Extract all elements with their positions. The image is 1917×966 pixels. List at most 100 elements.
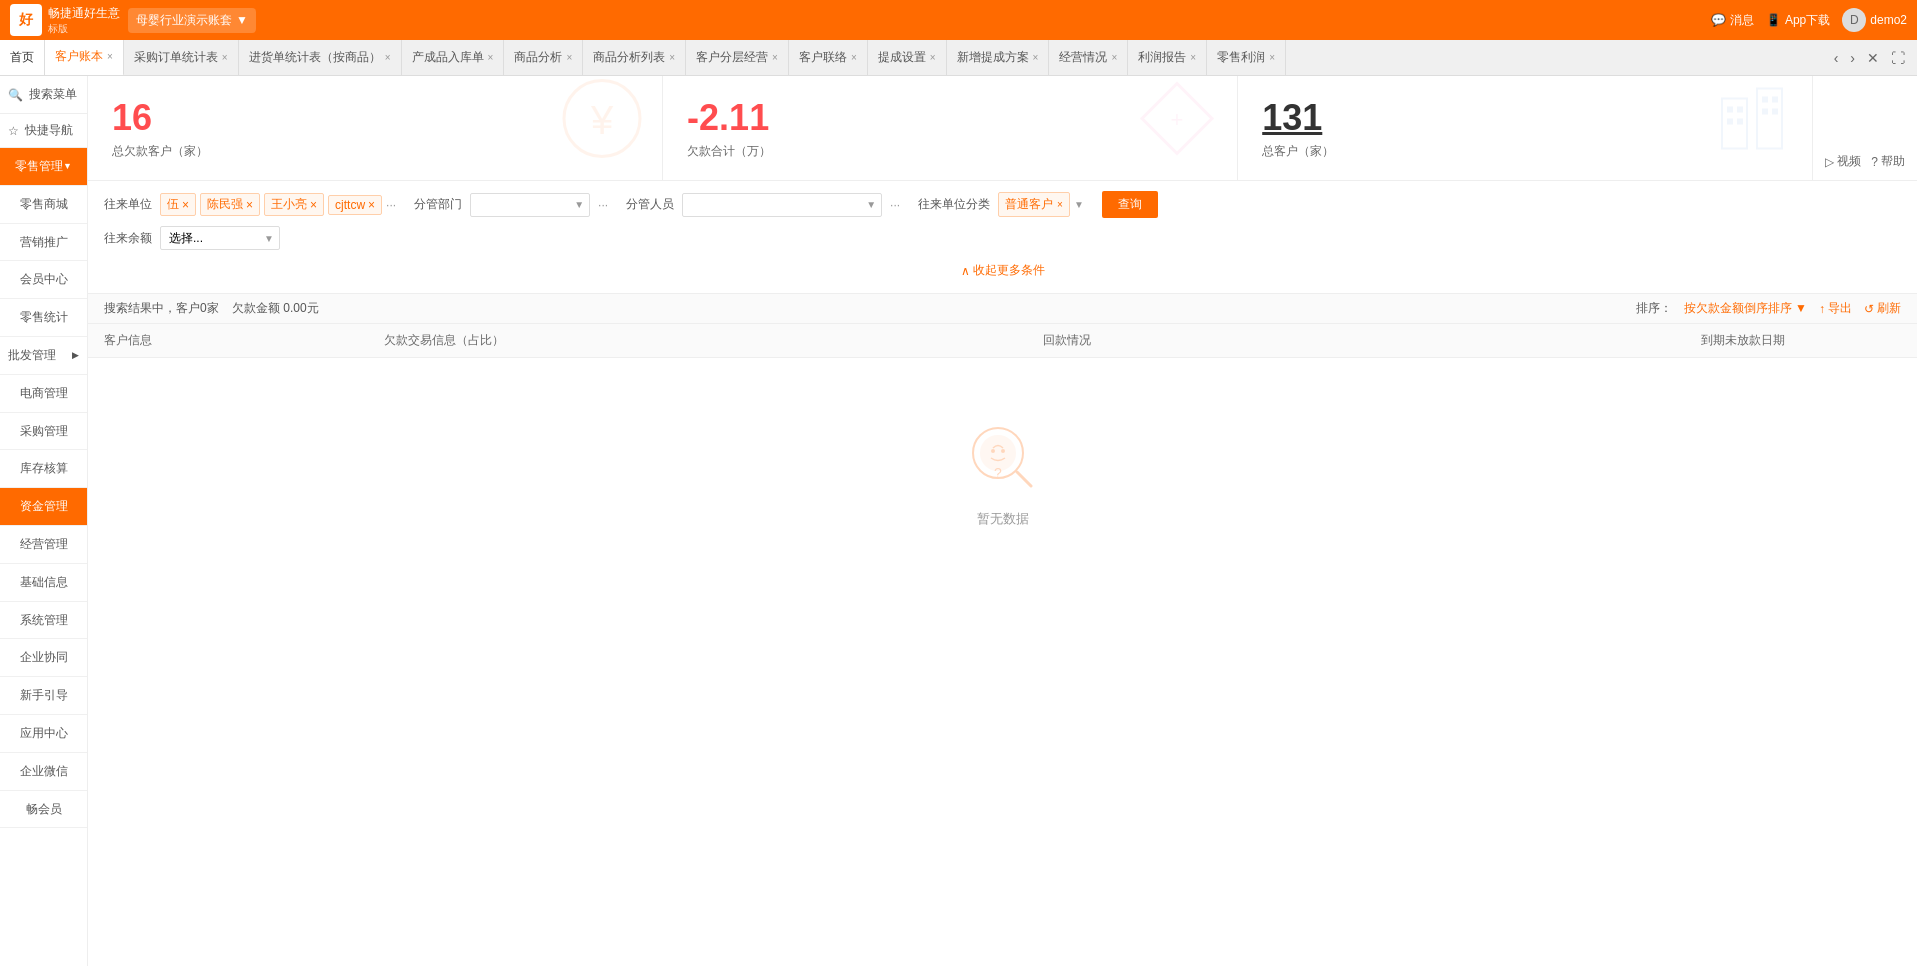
person-more-button[interactable]: ··· — [890, 198, 900, 212]
unit-tag-chen[interactable]: 陈民强 × — [200, 193, 260, 216]
sidebar-item-inventory[interactable]: 库存核算 — [0, 450, 87, 488]
sidebar-item-app-center[interactable]: 应用中心 — [0, 715, 87, 753]
close-icon[interactable]: × — [222, 52, 228, 63]
refresh-button[interactable]: ↺ 刷新 — [1864, 300, 1901, 317]
tab-add-commission[interactable]: 新增提成方案 × — [947, 40, 1050, 76]
close-icon[interactable]: × — [1033, 52, 1039, 63]
sidebar-item-retail-mall[interactable]: 零售商城 — [0, 186, 87, 224]
tab-product-analysis-list[interactable]: 商品分析列表 × — [583, 40, 686, 76]
sidebar-item-wholesale[interactable]: 批发管理 ▶ — [0, 337, 87, 375]
top-bar: 好 畅捷通好生意 标版 母婴行业演示账套 ▼ 💬 消息 📱 App下载 D de… — [0, 0, 1917, 40]
more-tags-button[interactable]: ··· — [386, 198, 396, 212]
sidebar-item-ecommerce[interactable]: 电商管理 — [0, 375, 87, 413]
remove-tag-wu[interactable]: × — [182, 198, 189, 212]
sidebar-item-basic-info[interactable]: 基础信息 — [0, 564, 87, 602]
search-icon: 🔍 — [8, 88, 23, 102]
dept-select-wrapper: ▼ — [470, 193, 590, 217]
sidebar-item-retail-stats[interactable]: 零售统计 — [0, 299, 87, 337]
remove-tag-wang[interactable]: × — [310, 198, 317, 212]
tab-commission-settings[interactable]: 提成设置 × — [868, 40, 947, 76]
unit-tag-cjttcw[interactable]: cjttcw × — [328, 195, 382, 215]
close-icon[interactable]: × — [488, 52, 494, 63]
sidebar-item-member-center[interactable]: 会员中心 — [0, 261, 87, 299]
tab-product-analysis[interactable]: 商品分析 × — [504, 40, 583, 76]
message-icon: 💬 — [1711, 13, 1726, 27]
stat-value-debt-customers: 16 — [112, 96, 638, 139]
close-icon[interactable]: × — [1190, 52, 1196, 63]
collapse-button[interactable]: ∧ 收起更多条件 — [961, 262, 1045, 279]
svg-rect-12 — [1772, 109, 1778, 115]
unit-tag-wu[interactable]: 伍 × — [160, 193, 196, 216]
tab-profit-report[interactable]: 利润报告 × — [1128, 40, 1207, 76]
sidebar-item-enterprise-collab[interactable]: 企业协同 — [0, 639, 87, 677]
unit-tag-wang[interactable]: 王小亮 × — [264, 193, 324, 216]
diamond-bg-icon: + — [1137, 79, 1217, 159]
sidebar-item-purchase[interactable]: 采购管理 — [0, 413, 87, 451]
close-icon[interactable]: × — [772, 52, 778, 63]
sidebar-item-wechat[interactable]: 企业微信 — [0, 753, 87, 791]
sidebar-item-finance[interactable]: 资金管理 — [0, 488, 87, 526]
sort-value[interactable]: 按欠款金额倒序排序 ▼ — [1684, 300, 1807, 317]
account-selector[interactable]: 母婴行业演示账套 ▼ — [128, 8, 256, 33]
tab-customer-contact[interactable]: 客户联络 × — [789, 40, 868, 76]
video-help-button[interactable]: ▷ 视频 — [1825, 153, 1861, 170]
chevron-up-icon: ∧ — [961, 264, 970, 278]
tab-purchase-stats[interactable]: 进货单统计表（按商品） × — [239, 40, 402, 76]
sidebar-item-operation[interactable]: 经营管理 — [0, 526, 87, 564]
remove-tag-cjttcw[interactable]: × — [368, 198, 375, 212]
sidebar-item-new-guide[interactable]: 新手引导 — [0, 677, 87, 715]
nav-close-all-icon[interactable]: ✕ — [1863, 48, 1883, 68]
dept-select[interactable] — [470, 193, 590, 217]
close-icon[interactable]: × — [566, 52, 572, 63]
help-button[interactable]: ? 帮助 — [1871, 153, 1905, 170]
svg-rect-6 — [1737, 107, 1743, 113]
sidebar-item-system[interactable]: 系统管理 — [0, 602, 87, 640]
nav-next-icon[interactable]: › — [1846, 48, 1859, 68]
tab-label: 采购订单统计表 — [134, 49, 218, 66]
svg-point-15 — [991, 449, 995, 453]
query-button[interactable]: 查询 — [1102, 191, 1158, 218]
close-icon[interactable]: × — [107, 51, 113, 62]
export-button[interactable]: ↑ 导出 — [1819, 300, 1852, 317]
remove-unit-class-icon[interactable]: × — [1057, 199, 1063, 210]
tab-label: 商品分析 — [514, 49, 562, 66]
tab-product-instock[interactable]: 产成品入库单 × — [402, 40, 505, 76]
svg-text:?: ? — [994, 465, 1002, 481]
close-icon[interactable]: × — [930, 52, 936, 63]
message-button[interactable]: 💬 消息 — [1711, 12, 1754, 29]
tab-operation[interactable]: 经营情况 × — [1049, 40, 1128, 76]
sidebar-item-marketing[interactable]: 营销推广 — [0, 224, 87, 262]
close-icon[interactable]: × — [1111, 52, 1117, 63]
sidebar-item-retail-management[interactable]: 零售管理 ▼ — [0, 148, 87, 186]
app-download-button[interactable]: 📱 App下载 — [1766, 12, 1830, 29]
tab-purchase-order[interactable]: 采购订单统计表 × — [124, 40, 239, 76]
stat-value-debt-amount: -2.11 — [687, 96, 1213, 139]
close-icon[interactable]: × — [385, 52, 391, 63]
tab-customer-ledger[interactable]: 客户账本 × — [45, 40, 124, 76]
remove-tag-chen[interactable]: × — [246, 198, 253, 212]
person-select[interactable] — [682, 193, 882, 217]
tab-label: 进货单统计表（按商品） — [249, 49, 381, 66]
tab-retail-profit[interactable]: 零售利润 × — [1207, 40, 1286, 76]
sidebar-item-member[interactable]: 畅会员 — [0, 791, 87, 829]
chevron-down-icon[interactable]: ▼ — [1074, 199, 1084, 210]
svg-text:+: + — [1171, 107, 1184, 132]
balance-select-wrapper: 选择... ▼ — [160, 226, 280, 250]
tab-customer-layering[interactable]: 客户分层经营 × — [686, 40, 789, 76]
nav-prev-icon[interactable]: ‹ — [1830, 48, 1843, 68]
stat-label-total-customers: 总客户（家） — [1262, 143, 1788, 160]
user-menu[interactable]: D demo2 — [1842, 8, 1907, 32]
balance-select[interactable]: 选择... — [160, 226, 280, 250]
close-icon[interactable]: × — [851, 52, 857, 63]
close-icon[interactable]: × — [1269, 52, 1275, 63]
person-filter-label: 分管人员 — [626, 196, 674, 213]
sidebar-quick-nav[interactable]: ☆ 快捷导航 — [0, 114, 87, 148]
close-icon[interactable]: × — [669, 52, 675, 63]
dept-more-button[interactable]: ··· — [598, 198, 608, 212]
download-icon: 📱 — [1766, 13, 1781, 27]
tab-home[interactable]: 首页 — [0, 40, 45, 76]
unit-class-tag[interactable]: 普通客户 × — [998, 192, 1070, 217]
col-repayment: 回款情况 — [1043, 332, 1702, 349]
sidebar-search[interactable]: 🔍 搜索菜单 — [0, 76, 87, 114]
nav-expand-icon[interactable]: ⛶ — [1887, 48, 1909, 68]
